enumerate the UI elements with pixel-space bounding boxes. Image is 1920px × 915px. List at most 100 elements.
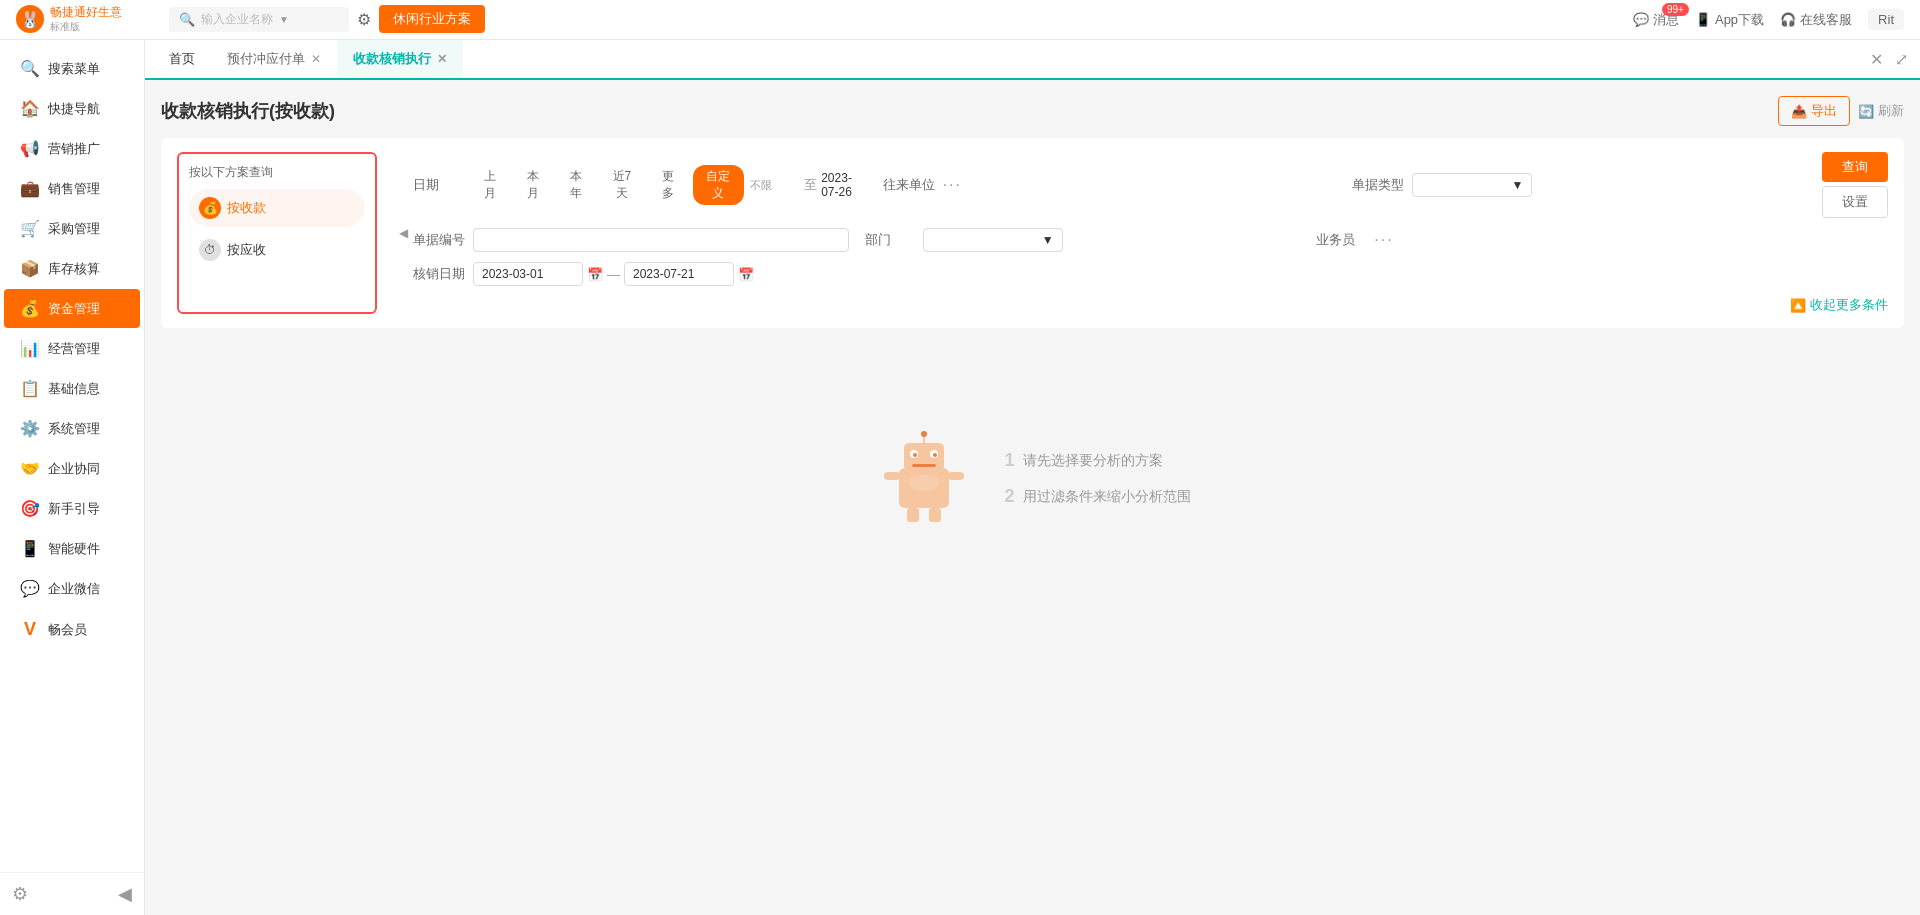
tab-writeoff[interactable]: 收款核销执行 ✕ (337, 40, 463, 80)
tab-prepay[interactable]: 预付冲应付单 ✕ (211, 40, 337, 80)
search-icon: 🔍 (179, 12, 195, 27)
shortcut-7days[interactable]: 近7天 (600, 165, 643, 205)
sidebar-label-sysconfig: 系统管理 (48, 420, 100, 438)
tab-home[interactable]: 首页 (153, 40, 211, 80)
refresh-button[interactable]: 🔄 刷新 (1858, 96, 1904, 126)
brand-name: 畅捷通好生意 (50, 5, 122, 19)
query-button[interactable]: 查询 (1822, 152, 1888, 182)
enterprise-icon: 🤝 (20, 459, 40, 478)
writeoff-date-dash: — (607, 267, 620, 282)
export-icon: 📤 (1791, 104, 1807, 119)
solution-button[interactable]: 休闲行业方案 (379, 5, 485, 33)
date-label: 日期 (413, 176, 463, 194)
header-placeholder: 输入企业名称 (201, 11, 273, 28)
sidebar-item-purchase[interactable]: 🛒 采购管理 (4, 209, 140, 248)
svg-point-5 (933, 453, 937, 457)
counterpart-field: 往来单位 ··· (883, 176, 1337, 194)
writeoff-date-to[interactable] (624, 262, 734, 286)
page-content: 收款核销执行(按收款) 📤 导出 🔄 刷新 按以下方案查询 (145, 80, 1920, 915)
sidebar-item-finance[interactable]: 💰 资金管理 (4, 289, 140, 328)
sidebar-item-beginner[interactable]: 🎯 新手引导 (4, 489, 140, 528)
shortcut-this-year[interactable]: 本年 (557, 165, 594, 205)
doctype-select[interactable]: ▼ (1412, 173, 1532, 197)
salesman-dots-button[interactable]: ··· (1374, 231, 1393, 249)
counterpart-dots-button[interactable]: ··· (943, 176, 962, 194)
brand-logo: 🐰 (16, 5, 44, 33)
select-arrow-icon: ▼ (1511, 178, 1523, 192)
filter-row-3: 核销日期 📅 — 📅 (413, 262, 1888, 286)
purchase-icon: 🛒 (20, 219, 40, 238)
inventory-icon: 📦 (20, 259, 40, 278)
tab-prepay-close[interactable]: ✕ (311, 52, 321, 66)
date-no-limit-label: 不限 (750, 178, 800, 193)
user-profile[interactable]: Rit (1868, 9, 1904, 30)
sidebar-label-baseinfo: 基础信息 (48, 380, 100, 398)
header-search-box[interactable]: 🔍 输入企业名称 ▼ (169, 7, 349, 32)
shortcut-more[interactable]: 更多 (649, 165, 686, 205)
close-tab-button[interactable]: ✕ (1866, 46, 1887, 73)
sidebar-item-quicknav[interactable]: 🏠 快捷导航 (4, 89, 140, 128)
calendar-to-icon[interactable]: 📅 (738, 267, 754, 282)
filter-collapse-button[interactable]: ◀ (393, 152, 413, 314)
sidebar-item-sysconfig[interactable]: ⚙️ 系统管理 (4, 409, 140, 448)
receipt-option-icon: 💰 (199, 197, 221, 219)
collapse-more-label: 收起更多条件 (1810, 296, 1888, 314)
sidebar-label-search: 搜索菜单 (48, 60, 100, 78)
sidebar-item-baseinfo[interactable]: 📋 基础信息 (4, 369, 140, 408)
robot-svg (874, 428, 974, 528)
sidebar-label-smarthw: 智能硬件 (48, 540, 100, 558)
filter-option-receipt[interactable]: 💰 按收款 (189, 189, 365, 227)
sidebar-label-inventory: 库存核算 (48, 260, 100, 278)
app-download-label: App下载 (1715, 11, 1764, 29)
shortcut-custom[interactable]: 自定义 (693, 165, 745, 205)
tab-writeoff-close[interactable]: ✕ (437, 52, 447, 66)
shortcut-this-month[interactable]: 本月 (514, 165, 551, 205)
empty-tip-1: 1 请先选择要分析的方案 (1004, 442, 1190, 478)
collapse-more-icon: 🔼 (1790, 298, 1806, 313)
svg-rect-12 (948, 472, 964, 480)
maximize-tab-button[interactable]: ⤢ (1891, 46, 1912, 73)
receivable-option-label: 按应收 (227, 241, 266, 259)
counterpart-label: 往来单位 (883, 176, 935, 194)
sidebar-label-quicknav: 快捷导航 (48, 100, 100, 118)
sidebar-item-sales[interactable]: 💼 销售管理 (4, 169, 140, 208)
filter-row-2: 单据编号 部门 ▼ 业务员 ··· (413, 228, 1888, 252)
footer-settings-icon[interactable]: ⚙ (12, 883, 28, 905)
writeoff-date-from[interactable] (473, 262, 583, 286)
setting-button[interactable]: 设置 (1822, 186, 1888, 218)
gear-icon[interactable]: ⚙ (357, 10, 371, 29)
content-area: 首页 预付冲应付单 ✕ 收款核销执行 ✕ ✕ ⤢ 收款核销执行(按收款) (145, 40, 1920, 915)
svg-rect-6 (912, 464, 936, 467)
footer-collapse-icon[interactable]: ◀ (118, 883, 132, 905)
tabs-bar: 首页 预付冲应付单 ✕ 收款核销执行 ✕ ✕ ⤢ (145, 40, 1920, 80)
calendar-from-icon[interactable]: 📅 (587, 267, 603, 282)
shortcut-last-month[interactable]: 上月 (471, 165, 508, 205)
svg-point-13 (909, 475, 939, 491)
dept-select[interactable]: ▼ (923, 228, 1063, 252)
sidebar-item-search[interactable]: 🔍 搜索菜单 (4, 49, 140, 88)
message-area[interactable]: 💬 消息 99+ (1633, 11, 1679, 29)
sidebar-item-inventory[interactable]: 📦 库存核算 (4, 249, 140, 288)
writeoff-date-inputs: 📅 — 📅 (473, 262, 754, 286)
sidebar-item-operations[interactable]: 📊 经营管理 (4, 329, 140, 368)
export-button[interactable]: 📤 导出 (1778, 96, 1850, 126)
wecom-icon: 💬 (20, 579, 40, 598)
salesman-field: 业务员 ··· (1316, 231, 1752, 249)
collapse-more-button[interactable]: 🔼 收起更多条件 (413, 296, 1888, 314)
sidebar-item-wecom[interactable]: 💬 企业微信 (4, 569, 140, 608)
filter-option-receivable[interactable]: ⏱ 按应收 (189, 231, 365, 269)
sidebar-item-enterprise[interactable]: 🤝 企业协同 (4, 449, 140, 488)
tip-label-1: 请先选择要分析的方案 (1023, 446, 1163, 474)
sidebar-label-marketing: 营销推广 (48, 140, 100, 158)
marketing-icon: 📢 (20, 139, 40, 158)
app-download-link[interactable]: 📱 App下载 (1695, 11, 1764, 29)
username: Rit (1878, 12, 1894, 27)
sidebar-item-member[interactable]: V 畅会员 (4, 609, 140, 650)
sidebar-item-smarthw[interactable]: 📱 智能硬件 (4, 529, 140, 568)
main-layout: 🔍 搜索菜单 🏠 快捷导航 📢 营销推广 💼 销售管理 🛒 采购管理 📦 (0, 40, 1920, 915)
docno-input[interactable] (473, 228, 849, 252)
filter-panel-title: 按以下方案查询 (189, 164, 365, 181)
online-service-link[interactable]: 🎧 在线客服 (1780, 11, 1852, 29)
receivable-option-icon: ⏱ (199, 239, 221, 261)
sidebar-item-marketing[interactable]: 📢 营销推广 (4, 129, 140, 168)
